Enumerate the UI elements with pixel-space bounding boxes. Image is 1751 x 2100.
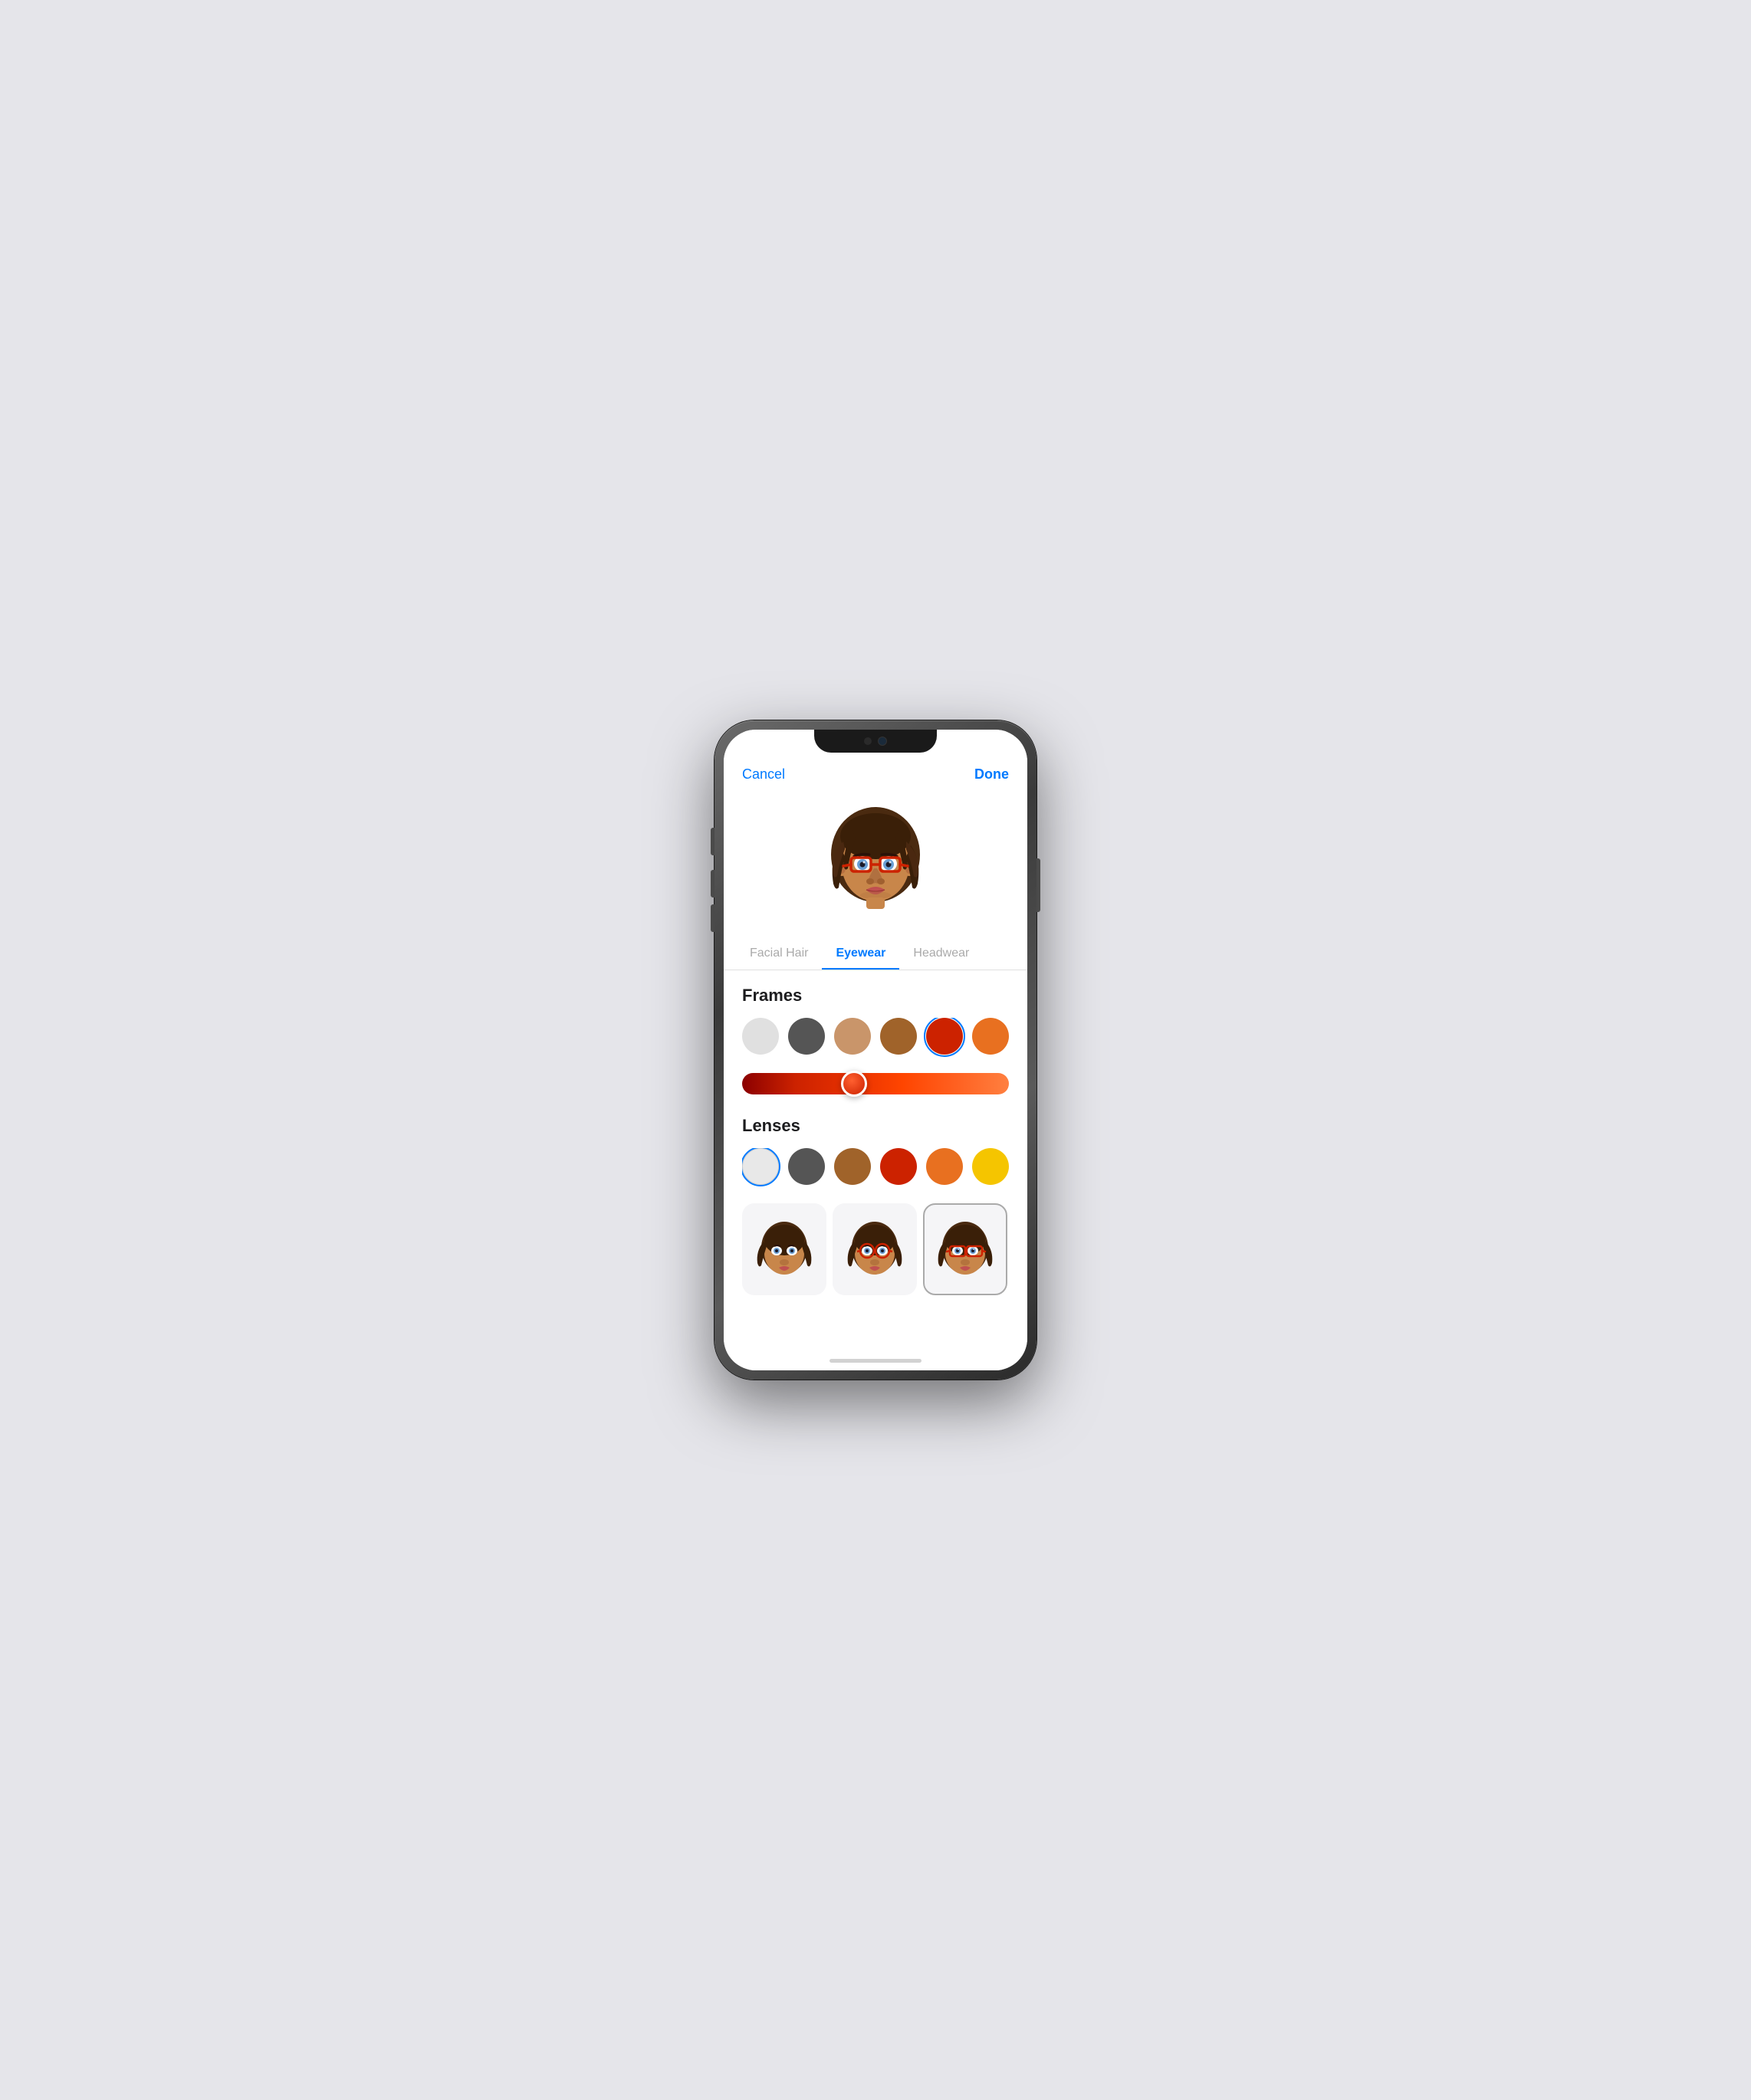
swatch-orange[interactable] [972,1018,1009,1055]
style-glasses-2[interactable] [923,1203,1007,1295]
swatch-tan[interactable] [834,1018,871,1055]
lenses-swatch-orange[interactable] [926,1148,963,1185]
tab-eyewear[interactable]: Eyewear [822,937,899,970]
phone-notch [814,730,937,753]
frames-color-swatches [742,1018,1009,1058]
style-glasses-1[interactable] [833,1203,917,1295]
lenses-title: Lenses [742,1116,1009,1136]
screen-content: Cancel Done [724,730,1027,1370]
lenses-swatch-yellow[interactable] [972,1148,1009,1185]
tab-facial-hair[interactable]: Facial Hair [736,937,822,970]
swatch-white[interactable] [742,1018,779,1055]
category-tabs: Facial Hair Eyewear Headwear [724,937,1027,970]
notch-camera [878,737,887,746]
memoji-character [814,799,937,922]
lenses-section: Lenses [742,1116,1009,1188]
home-indicator [830,1359,921,1363]
slider-track[interactable] [742,1073,1009,1094]
lenses-color-swatches [742,1148,1009,1188]
cancel-button[interactable]: Cancel [742,766,785,783]
swatch-dark-gray[interactable] [788,1018,825,1055]
done-button[interactable]: Done [974,766,1009,783]
frames-title: Frames [742,986,1009,1006]
phone-screen: Cancel Done [724,730,1027,1370]
eyewear-style-selector [742,1203,1009,1311]
style-none[interactable] [742,1203,826,1295]
phone-frame: Cancel Done [715,720,1036,1380]
frames-color-slider[interactable] [742,1073,1009,1094]
editor-scroll-area[interactable]: Frames [724,970,1027,1370]
swatch-red[interactable] [926,1018,963,1055]
lenses-swatch-brown[interactable] [834,1148,871,1185]
frames-section: Frames [742,986,1009,1094]
slider-thumb[interactable] [841,1071,867,1097]
lenses-swatch-dark-gray[interactable] [788,1148,825,1185]
swatch-brown[interactable] [880,1018,917,1055]
notch-speaker [864,737,872,745]
lenses-swatch-red[interactable] [880,1148,917,1185]
nav-bar: Cancel Done [724,760,1027,792]
lenses-swatch-clear[interactable] [742,1148,779,1185]
tab-headwear[interactable]: Headwear [899,937,983,970]
avatar-preview [724,792,1027,937]
